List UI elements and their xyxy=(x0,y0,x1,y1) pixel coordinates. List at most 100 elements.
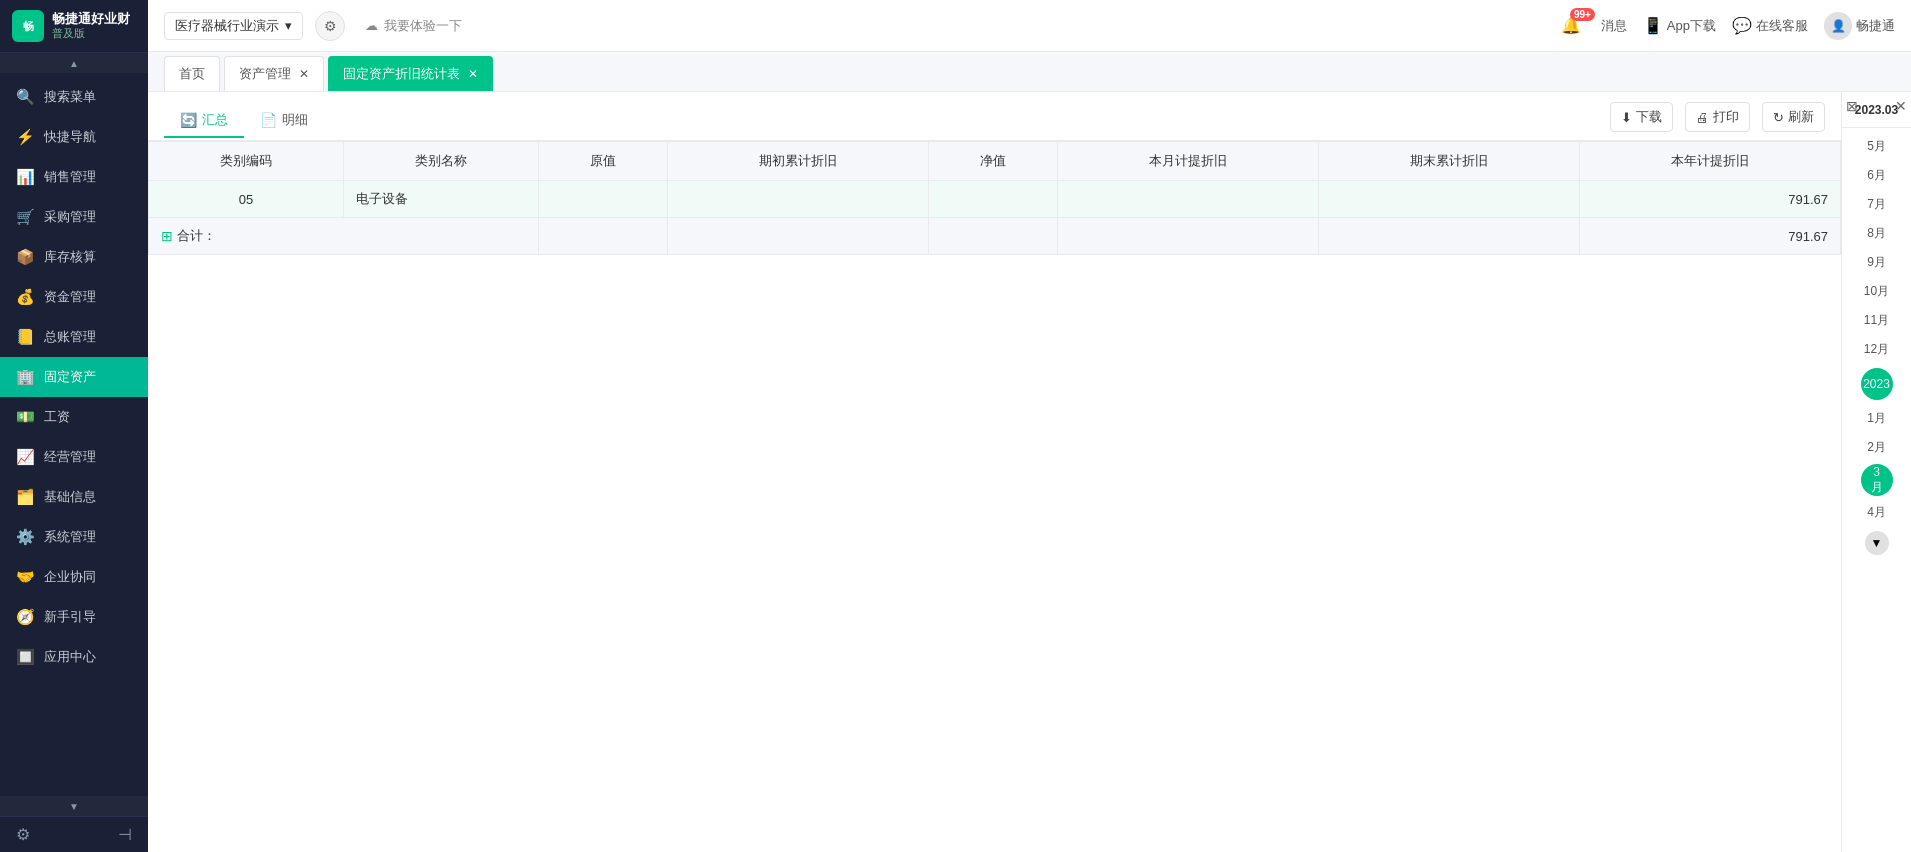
company-selector[interactable]: 医疗器械行业演示 ▾ xyxy=(164,12,303,40)
nav-label-purchase: 采购管理 xyxy=(44,208,96,226)
total-end-dep xyxy=(1319,218,1580,255)
download-button[interactable]: ⬇ 下载 xyxy=(1610,102,1673,132)
nav-label-search: 搜索菜单 xyxy=(44,88,96,106)
gear-icon: ⚙ xyxy=(324,18,337,34)
date-month-item[interactable]: 5月 xyxy=(1842,132,1911,161)
sidebar-item-sales[interactable]: 📊销售管理 xyxy=(0,157,148,197)
nav-icon-quick-nav: ⚡ xyxy=(16,128,34,146)
date-month-item[interactable]: 12月 xyxy=(1842,335,1911,364)
tab-close-depreciation[interactable]: ✕ xyxy=(468,67,478,81)
topbar: 医疗器械行业演示 ▾ ⚙ ☁ 我要体验一下 🔔 99+ 消息 📱 App下载 xyxy=(148,0,1911,52)
nav-icon-purchase: 🛒 xyxy=(16,208,34,226)
nav-icon-sales: 📊 xyxy=(16,168,34,186)
date-month-item-2月[interactable]: 2月 xyxy=(1842,433,1911,462)
tab-close-asset-mgmt[interactable]: ✕ xyxy=(299,67,309,81)
sidebar-scroll-up[interactable]: ▲ xyxy=(0,53,148,73)
sidebar-item-finance[interactable]: 💰资金管理 xyxy=(0,277,148,317)
table-container: 类别编码 类别名称 原值 期初累计折旧 净值 本月计提折旧 期末累计折旧 本年计… xyxy=(148,141,1841,852)
tab-home[interactable]: 首页 xyxy=(164,56,220,91)
close-icon[interactable]: ✕ xyxy=(1895,98,1907,114)
date-month-item[interactable]: 8月 xyxy=(1842,219,1911,248)
service-icon: 💬 xyxy=(1732,16,1752,35)
subtabs: 🔄 汇总 📄 明细 ⬇ 下载 🖨 打印 xyxy=(148,92,1841,141)
sidebar-item-search[interactable]: 🔍搜索菜单 xyxy=(0,77,148,117)
sidebar-item-biz-mgmt[interactable]: 📈经营管理 xyxy=(0,437,148,477)
tab-asset-mgmt[interactable]: 资产管理✕ xyxy=(224,56,324,91)
sidebar-item-ledger[interactable]: 📒总账管理 xyxy=(0,317,148,357)
tab-summary[interactable]: 🔄 汇总 xyxy=(164,104,244,138)
date-list: 5月6月7月8月9月10月11月12月 2023 1月2月3月4月 ▼ xyxy=(1842,128,1911,852)
year-2023-label[interactable]: 2023 xyxy=(1861,368,1893,400)
date-month-item-1月[interactable]: 1月 xyxy=(1842,404,1911,433)
total-yearly: 791.67 xyxy=(1580,218,1841,255)
nav-label-inventory: 库存核算 xyxy=(44,248,96,266)
date-month-item[interactable]: 9月 xyxy=(1842,248,1911,277)
sidebar-item-payroll[interactable]: 💵工资 xyxy=(0,397,148,437)
user-menu[interactable]: 👤 畅捷通 xyxy=(1824,12,1895,40)
sidebar-item-enterprise[interactable]: 🤝企业协同 xyxy=(0,557,148,597)
cell-code: 05 xyxy=(149,181,344,218)
sidebar-item-fixed-assets[interactable]: 🏢固定资产 xyxy=(0,357,148,397)
topbar-settings-button[interactable]: ⚙ xyxy=(315,11,345,41)
expand-icon[interactable]: ⊠ xyxy=(1846,98,1858,114)
right-panel: ⊠ 2023.03 ✕ 5月6月7月8月9月10月11月12月 2023 1月2月3… xyxy=(1841,92,1911,852)
company-name: 医疗器械行业演示 xyxy=(175,17,279,35)
sidebar-collapse-icon[interactable]: ⊣ xyxy=(118,825,132,844)
download-icon: 📱 xyxy=(1643,16,1663,35)
summary-icon: 🔄 xyxy=(180,112,197,128)
date-scroll-down[interactable]: ▼ xyxy=(1865,531,1889,555)
panel-title: 2023.03 xyxy=(1855,103,1898,117)
sidebar: 畅 畅捷通好业财 普及版 ▲ 🔍搜索菜单⚡快捷导航📊销售管理 🛒 采购管理 📦 库存核算… xyxy=(0,0,148,852)
sidebar-item-app-center[interactable]: 🔲应用中心 xyxy=(0,637,148,677)
total-expand-icon[interactable]: ⊞ xyxy=(161,228,173,244)
nav-label-enterprise: 企业协同 xyxy=(44,568,96,586)
date-month-item-4月[interactable]: 4月 xyxy=(1842,498,1911,527)
download-icon: ⬇ xyxy=(1621,110,1632,125)
date-month-item-3月[interactable]: 3月 xyxy=(1861,464,1893,496)
nav-label-payroll: 工资 xyxy=(44,408,70,426)
tab-detail[interactable]: 📄 明细 xyxy=(244,104,324,138)
sidebar-settings-icon[interactable]: ⚙ xyxy=(16,825,30,844)
cloud-icon: ☁ xyxy=(365,18,378,33)
online-service-button[interactable]: 💬 在线客服 xyxy=(1732,16,1808,35)
sidebar-item-purchase[interactable]: 🛒 采购管理 xyxy=(0,197,148,237)
nav-icon-inventory: 📦 xyxy=(16,248,34,266)
col-code: 类别编码 xyxy=(149,142,344,181)
main-area: 医疗器械行业演示 ▾ ⚙ ☁ 我要体验一下 🔔 99+ 消息 📱 App下载 xyxy=(148,0,1911,852)
col-end-dep: 期末累计折旧 xyxy=(1319,142,1580,181)
date-month-item[interactable]: 6月 xyxy=(1842,161,1911,190)
sidebar-scroll-down[interactable]: ▼ xyxy=(0,796,148,816)
depreciation-table: 类别编码 类别名称 原值 期初累计折旧 净值 本月计提折旧 期末累计折旧 本年计… xyxy=(148,141,1841,255)
tab-summary-label: 汇总 xyxy=(202,111,228,129)
content-area: 🔄 汇总 📄 明细 ⬇ 下载 🖨 打印 xyxy=(148,92,1911,852)
avatar: 👤 xyxy=(1824,12,1852,40)
sidebar-header: 畅 畅捷通好业财 普及版 xyxy=(0,0,148,53)
cell-begin-dep xyxy=(668,181,929,218)
sidebar-item-inventory[interactable]: 📦 库存核算 xyxy=(0,237,148,277)
tab-depreciation[interactable]: 固定资产折旧统计表✕ xyxy=(328,56,493,91)
nav-icon-fixed-assets: 🏢 xyxy=(16,368,34,386)
col-monthly: 本月计提折旧 xyxy=(1058,142,1319,181)
date-month-item[interactable]: 10月 xyxy=(1842,277,1911,306)
sidebar-nav: 🔍搜索菜单⚡快捷导航📊销售管理 🛒 采购管理 📦 库存核算 💰资金管理📒总账管理🏢固定资产… xyxy=(0,73,148,796)
sidebar-item-guide[interactable]: 🧭新手引导 xyxy=(0,597,148,637)
print-button[interactable]: 🖨 打印 xyxy=(1685,102,1750,132)
app-download-button[interactable]: 📱 App下载 xyxy=(1643,16,1716,35)
table-header-row: 类别编码 类别名称 原值 期初累计折旧 净值 本月计提折旧 期末累计折旧 本年计… xyxy=(149,142,1841,181)
message-badge: 🔔 99+ xyxy=(1561,16,1581,35)
sidebar-item-sys-mgmt[interactable]: ⚙️系统管理 xyxy=(0,517,148,557)
date-month-item[interactable]: 11月 xyxy=(1842,306,1911,335)
nav-icon-app-center: 🔲 xyxy=(16,648,34,666)
nav-icon-basic-info: 🗂️ xyxy=(16,488,34,506)
date-month-item[interactable]: 7月 xyxy=(1842,190,1911,219)
cell-monthly xyxy=(1058,181,1319,218)
notifications-button[interactable]: 🔔 99+ 消息 xyxy=(1561,16,1627,35)
nav-icon-sys-mgmt: ⚙️ xyxy=(16,528,34,546)
experience-button[interactable]: ☁ 我要体验一下 xyxy=(357,13,470,39)
sidebar-item-quick-nav[interactable]: ⚡快捷导航 xyxy=(0,117,148,157)
nav-icon-biz-mgmt: 📈 xyxy=(16,448,34,466)
table-total-row: ⊞ 合计： 791.67 xyxy=(149,218,1841,255)
col-name: 类别名称 xyxy=(344,142,539,181)
sidebar-item-basic-info[interactable]: 🗂️基础信息 xyxy=(0,477,148,517)
refresh-button[interactable]: ↻ 刷新 xyxy=(1762,102,1825,132)
